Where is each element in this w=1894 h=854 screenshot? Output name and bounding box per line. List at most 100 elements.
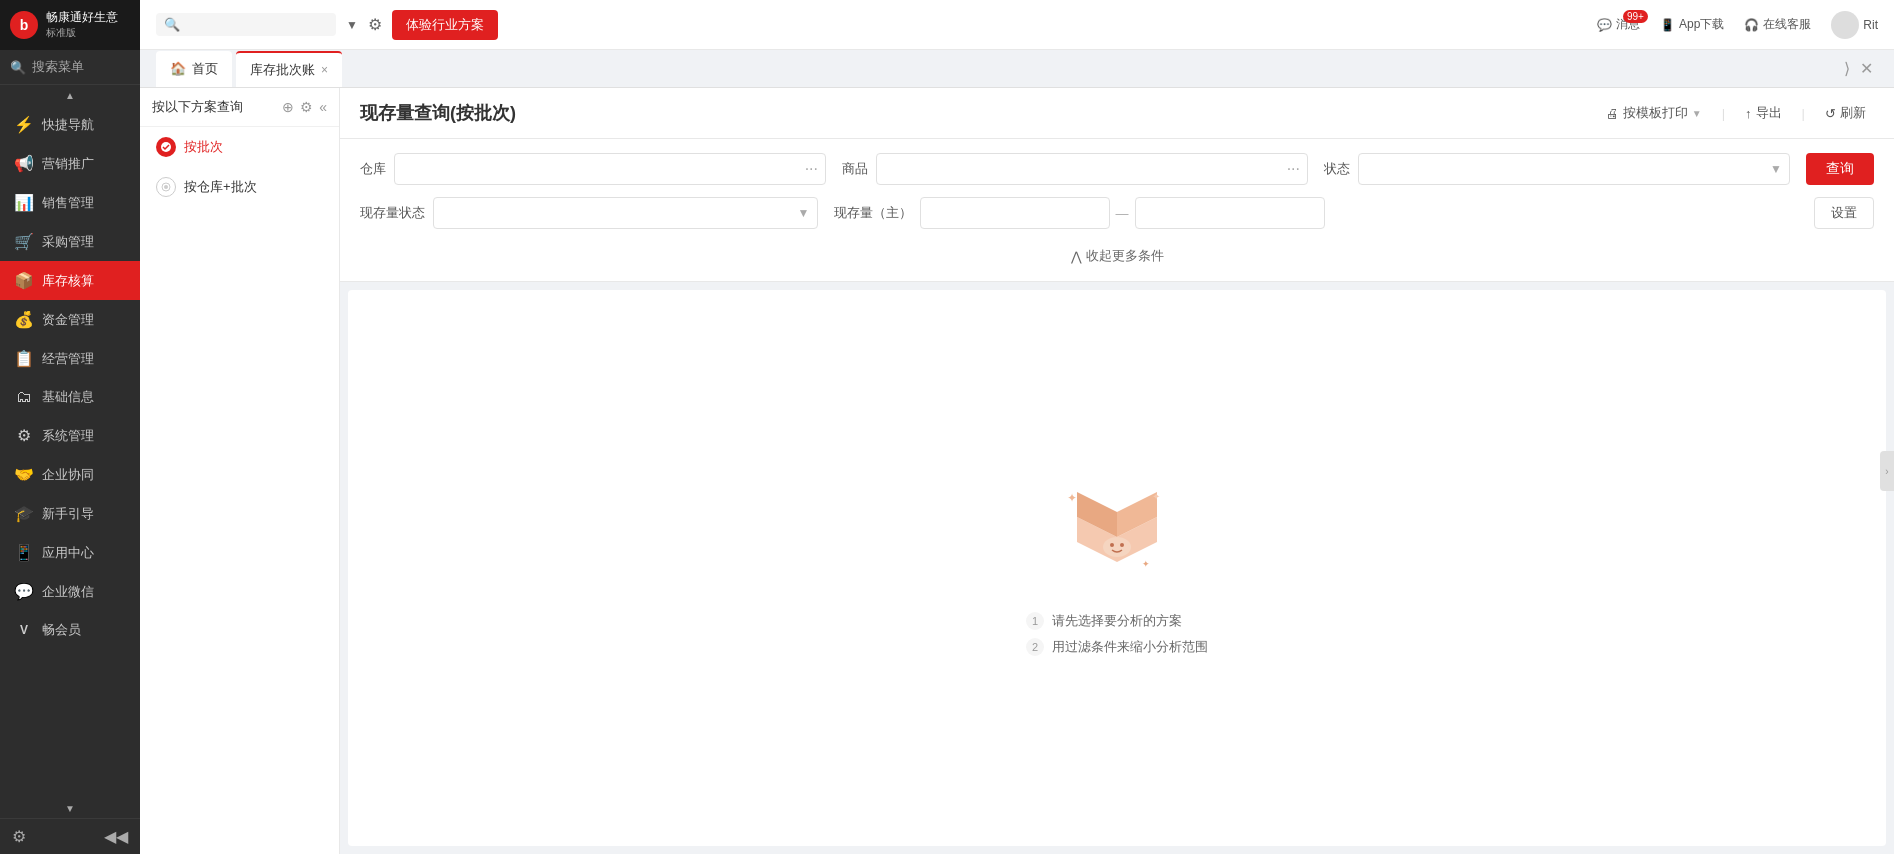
main: 🔍 ▼ ⚙ 体验行业方案 💬 消息 99+ 📱 App下载 🎧 在线客服 Rit	[140, 0, 1894, 854]
topbar-dropdown-chevron[interactable]: ▼	[346, 18, 358, 32]
collapse-more-btn[interactable]: ⋀ 收起更多条件	[360, 241, 1874, 267]
export-btn[interactable]: ↑ 导出	[1737, 100, 1790, 126]
tab-home[interactable]: 🏠 首页	[156, 51, 232, 87]
sidebar-item-appstore[interactable]: 📱 应用中心	[0, 533, 140, 572]
sidebar-item-wechat[interactable]: 💬 企业微信	[0, 572, 140, 611]
appstore-icon: 📱	[14, 543, 34, 562]
app-download-action[interactable]: 📱 App下载	[1660, 16, 1724, 33]
stock-qty-range: —	[920, 197, 1325, 229]
empty-svg: ✦ ✦ ✦	[1057, 472, 1177, 592]
sidebar-item-quick[interactable]: ⚡ 快捷导航	[0, 105, 140, 144]
page-title: 现存量查询(按批次)	[360, 101, 516, 137]
settings-btn[interactable]: 设置	[1814, 197, 1874, 229]
sidebar-item-marketing[interactable]: 📢 营销推广	[0, 144, 140, 183]
sidebar-item-label: 企业协同	[42, 466, 94, 484]
filter-area: 仓库 ··· 商品 ···	[340, 139, 1894, 282]
tab-expand-icon[interactable]: ⟩	[1844, 59, 1850, 78]
sidebar-nav: ⚡ 快捷导航 📢 营销推广 📊 销售管理 🛒 采购管理 📦 库存核算 💰 资金管…	[0, 105, 140, 798]
online-service-action[interactable]: 🎧 在线客服	[1744, 16, 1811, 33]
username: Rit	[1863, 18, 1878, 32]
tab-close-icon[interactable]: ×	[321, 63, 328, 77]
status-select[interactable]	[1358, 153, 1790, 185]
topbar-search-box[interactable]: 🔍	[156, 13, 336, 36]
topbar-search-input[interactable]	[186, 18, 306, 32]
svg-point-7	[1110, 543, 1114, 547]
goods-dots[interactable]: ···	[1287, 160, 1300, 178]
sidebar-item-label: 资金管理	[42, 311, 94, 329]
collapse-label: 收起更多条件	[1086, 247, 1164, 265]
print-dropdown-icon: ▼	[1692, 108, 1702, 119]
filter-row-1: 仓库 ··· 商品 ···	[360, 153, 1874, 185]
topbar: 🔍 ▼ ⚙ 体验行业方案 💬 消息 99+ 📱 App下载 🎧 在线客服 Rit	[140, 0, 1894, 50]
sidebar-item-sales[interactable]: 📊 销售管理	[0, 183, 140, 222]
sidebar-item-label: 新手引导	[42, 505, 94, 523]
avatar	[1831, 11, 1859, 39]
scheme-item-batch[interactable]: 按批次	[140, 127, 339, 167]
sidebar-item-enterprise[interactable]: 🤝 企业协同	[0, 455, 140, 494]
trial-btn[interactable]: 体验行业方案	[392, 10, 498, 40]
right-scroll-hint[interactable]: ›	[1880, 451, 1894, 491]
topbar-gear-icon[interactable]: ⚙	[368, 15, 382, 34]
svg-point-8	[1120, 543, 1124, 547]
user-profile[interactable]: Rit	[1831, 11, 1878, 39]
sidebar-item-label: 营销推广	[42, 155, 94, 173]
refresh-btn[interactable]: ↺ 刷新	[1817, 100, 1874, 126]
query-btn[interactable]: 查询	[1806, 153, 1874, 185]
scheme-warehouse-batch-label: 按仓库+批次	[184, 178, 257, 196]
sidebar-item-label: 系统管理	[42, 427, 94, 445]
sidebar-item-finance[interactable]: 💰 资金管理	[0, 300, 140, 339]
warehouse-dots[interactable]: ···	[805, 160, 818, 178]
sidebar-item-label: 应用中心	[42, 544, 94, 562]
sidebar-scroll-up[interactable]: ▲	[0, 85, 140, 105]
page-actions: 🖨 按模板打印 ▼ | ↑ 导出 | ↺ 刷新	[1598, 100, 1874, 138]
newbie-icon: 🎓	[14, 504, 34, 523]
app-name: 畅康通好生意	[46, 10, 118, 26]
filter-stock-qty: 现存量（主） —	[834, 197, 1325, 229]
tab-home-label: 首页	[192, 60, 218, 78]
tab-bar-close-btn[interactable]: ✕	[1854, 57, 1878, 81]
sidebar-item-system[interactable]: ⚙ 系统管理	[0, 416, 140, 455]
sidebar-item-newbie[interactable]: 🎓 新手引导	[0, 494, 140, 533]
refresh-label: 刷新	[1840, 104, 1866, 122]
sidebar: b 畅康通好生意 标准版 🔍 搜索菜单 ▲ ⚡ 快捷导航 📢 营销推广 📊 销售…	[0, 0, 140, 854]
empty-tip-2: 2 用过滤条件来缩小分析范围	[1026, 638, 1208, 656]
topbar-actions: 💬 消息 99+ 📱 App下载 🎧 在线客服 Rit	[1597, 11, 1878, 39]
sidebar-item-basic[interactable]: 🗂 基础信息	[0, 378, 140, 416]
warehouse-label: 仓库	[360, 160, 386, 178]
settings-bottom-icon[interactable]: ⚙	[12, 827, 26, 846]
stock-status-select[interactable]	[433, 197, 818, 229]
filter-row-2: 现存量状态 ▼ 现存量（主） —	[360, 197, 1874, 229]
left-panel-title: 按以下方案查询	[152, 98, 243, 116]
sidebar-item-member[interactable]: V 畅会员	[0, 611, 140, 649]
warehouse-input[interactable]	[394, 153, 826, 185]
stock-qty-min-input[interactable]	[920, 197, 1110, 229]
filter-warehouse: 仓库 ···	[360, 153, 826, 185]
empty-tip-1: 1 请先选择要分析的方案	[1026, 612, 1208, 630]
collapse-sidebar-icon[interactable]: ◀◀	[104, 827, 128, 846]
sidebar-item-operation[interactable]: 📋 经营管理	[0, 339, 140, 378]
sidebar-scroll-down[interactable]: ▼	[0, 798, 140, 818]
sidebar-item-label: 基础信息	[42, 388, 94, 406]
add-scheme-icon[interactable]: ⊕	[282, 99, 294, 115]
settings-scheme-icon[interactable]: ⚙	[300, 99, 313, 115]
messages-action[interactable]: 💬 消息 99+	[1597, 16, 1640, 33]
empty-illustration: ✦ ✦ ✦	[1057, 472, 1177, 592]
print-btn[interactable]: 🖨 按模板打印 ▼	[1598, 100, 1710, 126]
member-icon: V	[14, 623, 34, 637]
sidebar-item-purchase[interactable]: 🛒 采购管理	[0, 222, 140, 261]
search-icon: 🔍	[164, 17, 180, 32]
sidebar-search[interactable]: 🔍 搜索菜单	[0, 50, 140, 85]
home-icon: 🏠	[170, 61, 186, 76]
online-service-label: 在线客服	[1763, 16, 1811, 33]
tab-inventory-batch[interactable]: 库存批次账 ×	[236, 51, 342, 87]
scheme-item-warehouse-batch[interactable]: 按仓库+批次	[140, 167, 339, 207]
goods-input[interactable]	[876, 153, 1308, 185]
tabbar: 🏠 首页 库存批次账 × ⟩ ✕	[140, 50, 1894, 88]
print-icon: 🖨	[1606, 106, 1619, 121]
stock-qty-max-input[interactable]	[1135, 197, 1325, 229]
collapse-panel-icon[interactable]: «	[319, 99, 327, 115]
empty-tip-1-label: 请先选择要分析的方案	[1052, 612, 1182, 630]
stock-status-select-wrapper: ▼	[433, 197, 818, 229]
sidebar-item-label: 库存核算	[42, 272, 94, 290]
sidebar-item-inventory[interactable]: 📦 库存核算	[0, 261, 140, 300]
